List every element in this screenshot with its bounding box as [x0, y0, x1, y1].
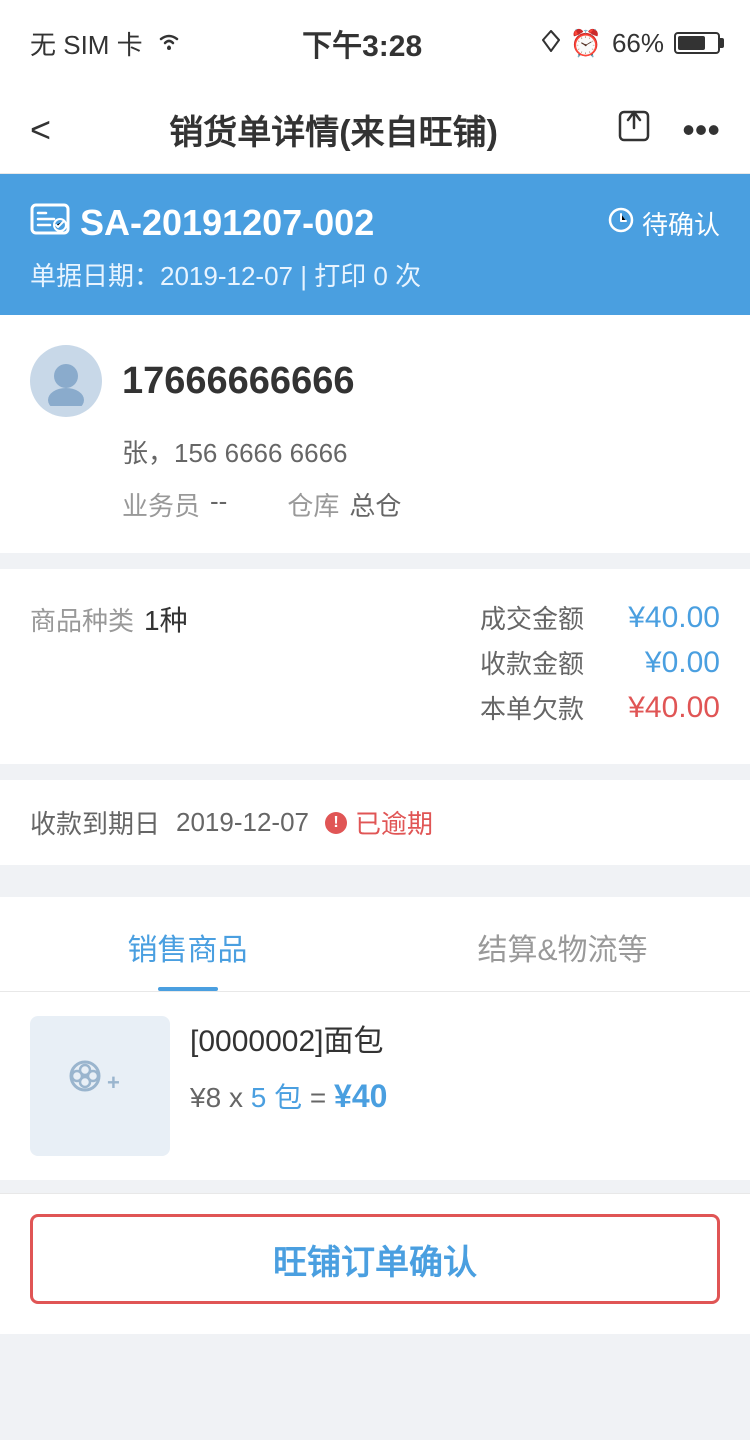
- price-per-unit: ¥8: [190, 1082, 221, 1113]
- page-title: 销货单详情(来自旺铺): [169, 105, 498, 154]
- overdue-badge: ! 已逾期: [325, 804, 433, 841]
- tab-settlement-logistics[interactable]: 结算&物流等: [375, 897, 750, 991]
- divider-2: [0, 764, 750, 780]
- warehouse-value: 总仓: [349, 486, 401, 523]
- confirm-section: 旺铺订单确认: [0, 1193, 750, 1334]
- location-icon: [542, 28, 560, 59]
- product-type-label: 商品种类: [30, 601, 134, 638]
- product-type-value: 1种: [144, 599, 188, 639]
- product-unit: 包: [274, 1082, 302, 1113]
- nav-actions: •••: [616, 108, 720, 151]
- tabs-section: 销售商品 结算&物流等 + [000: [0, 897, 750, 1180]
- product-list: + [0000002]面包 ¥8 x 5 包 = ¥40: [0, 992, 750, 1180]
- order-status: 待确认: [608, 205, 720, 242]
- back-button[interactable]: <: [30, 109, 51, 151]
- salesperson-label: 业务员: [122, 486, 200, 523]
- salesperson-value: --: [210, 486, 227, 523]
- battery-icon: [674, 32, 720, 54]
- product-type-info: 商品种类 1种: [30, 599, 188, 639]
- svg-text:+: +: [107, 1070, 120, 1095]
- carrier-text: 无 SIM 卡: [30, 25, 143, 62]
- due-date-label: 收款到期日: [30, 804, 160, 841]
- order-icon: [30, 202, 70, 244]
- amount-value: ¥40.00: [600, 601, 720, 635]
- battery-percent: 66%: [612, 28, 664, 59]
- stats-section: 商品种类 1种 成交金额 ¥40.00 收款金额 ¥0.00 本单欠款 ¥40.…: [0, 569, 750, 764]
- product-item: + [0000002]面包 ¥8 x 5 包 = ¥40: [30, 1016, 720, 1156]
- status-bar: 无 SIM 卡 下午3:28 ⏰ 66%: [0, 0, 750, 86]
- amount-stats: 成交金额 ¥40.00 收款金额 ¥0.00 本单欠款 ¥40.00: [480, 599, 720, 734]
- clock-icon: [608, 207, 634, 240]
- warehouse-label: 仓库: [287, 486, 339, 523]
- status-time: 下午3:28: [302, 21, 422, 65]
- overdue-text: 已逾期: [355, 804, 433, 841]
- customer-phone: 17666666666: [122, 360, 354, 403]
- customer-name: 张，156 6666 6666: [30, 433, 720, 470]
- tab-sales-products[interactable]: 销售商品: [0, 897, 375, 991]
- payment-label: 收款金额: [480, 644, 584, 681]
- order-date-info: 单据日期：2019-12-07 | 打印 0 次: [30, 256, 720, 293]
- balance-value: ¥40.00: [600, 691, 720, 725]
- avatar: [30, 345, 102, 417]
- wifi-icon: [155, 28, 183, 59]
- overdue-dot-icon: !: [325, 812, 347, 834]
- product-thumbnail: +: [30, 1016, 170, 1156]
- alarm-icon: ⏰: [570, 28, 602, 59]
- status-left: 无 SIM 卡: [30, 25, 183, 62]
- payment-value: ¥0.00: [600, 646, 720, 680]
- divider-1: [0, 553, 750, 569]
- order-id: SA-20191207-002: [30, 202, 374, 244]
- due-date-section: 收款到期日 2019-12-07 ! 已逾期: [0, 780, 750, 865]
- product-name: [0000002]面包: [190, 1016, 720, 1060]
- amount-label: 成交金额: [480, 599, 584, 636]
- product-price-formula: ¥8 x 5 包 = ¥40: [190, 1076, 720, 1116]
- tabs-header: 销售商品 结算&物流等: [0, 897, 750, 992]
- status-right: ⏰ 66%: [542, 28, 720, 59]
- order-header-card: SA-20191207-002 待确认 单据日期：2019-12-07 | 打印…: [0, 174, 750, 315]
- divider-3: [0, 865, 750, 881]
- due-date-value: 2019-12-07: [176, 807, 309, 838]
- confirm-order-button[interactable]: 旺铺订单确认: [30, 1214, 720, 1304]
- product-total: ¥40: [334, 1078, 387, 1114]
- share-icon[interactable]: [616, 108, 652, 151]
- price-equals: =: [310, 1082, 334, 1113]
- customer-meta: 业务员 -- 仓库 总仓: [30, 486, 720, 523]
- product-thumb-icon: +: [55, 1048, 145, 1125]
- product-info: [0000002]面包 ¥8 x 5 包 = ¥40: [190, 1016, 720, 1116]
- nav-bar: < 销货单详情(来自旺铺) •••: [0, 86, 750, 174]
- price-multiply: x: [229, 1082, 251, 1113]
- balance-label: 本单欠款: [480, 689, 584, 726]
- product-quantity: 5: [251, 1082, 267, 1113]
- customer-section: 17666666666 张，156 6666 6666 业务员 -- 仓库 总仓: [0, 315, 750, 553]
- more-button[interactable]: •••: [682, 109, 720, 151]
